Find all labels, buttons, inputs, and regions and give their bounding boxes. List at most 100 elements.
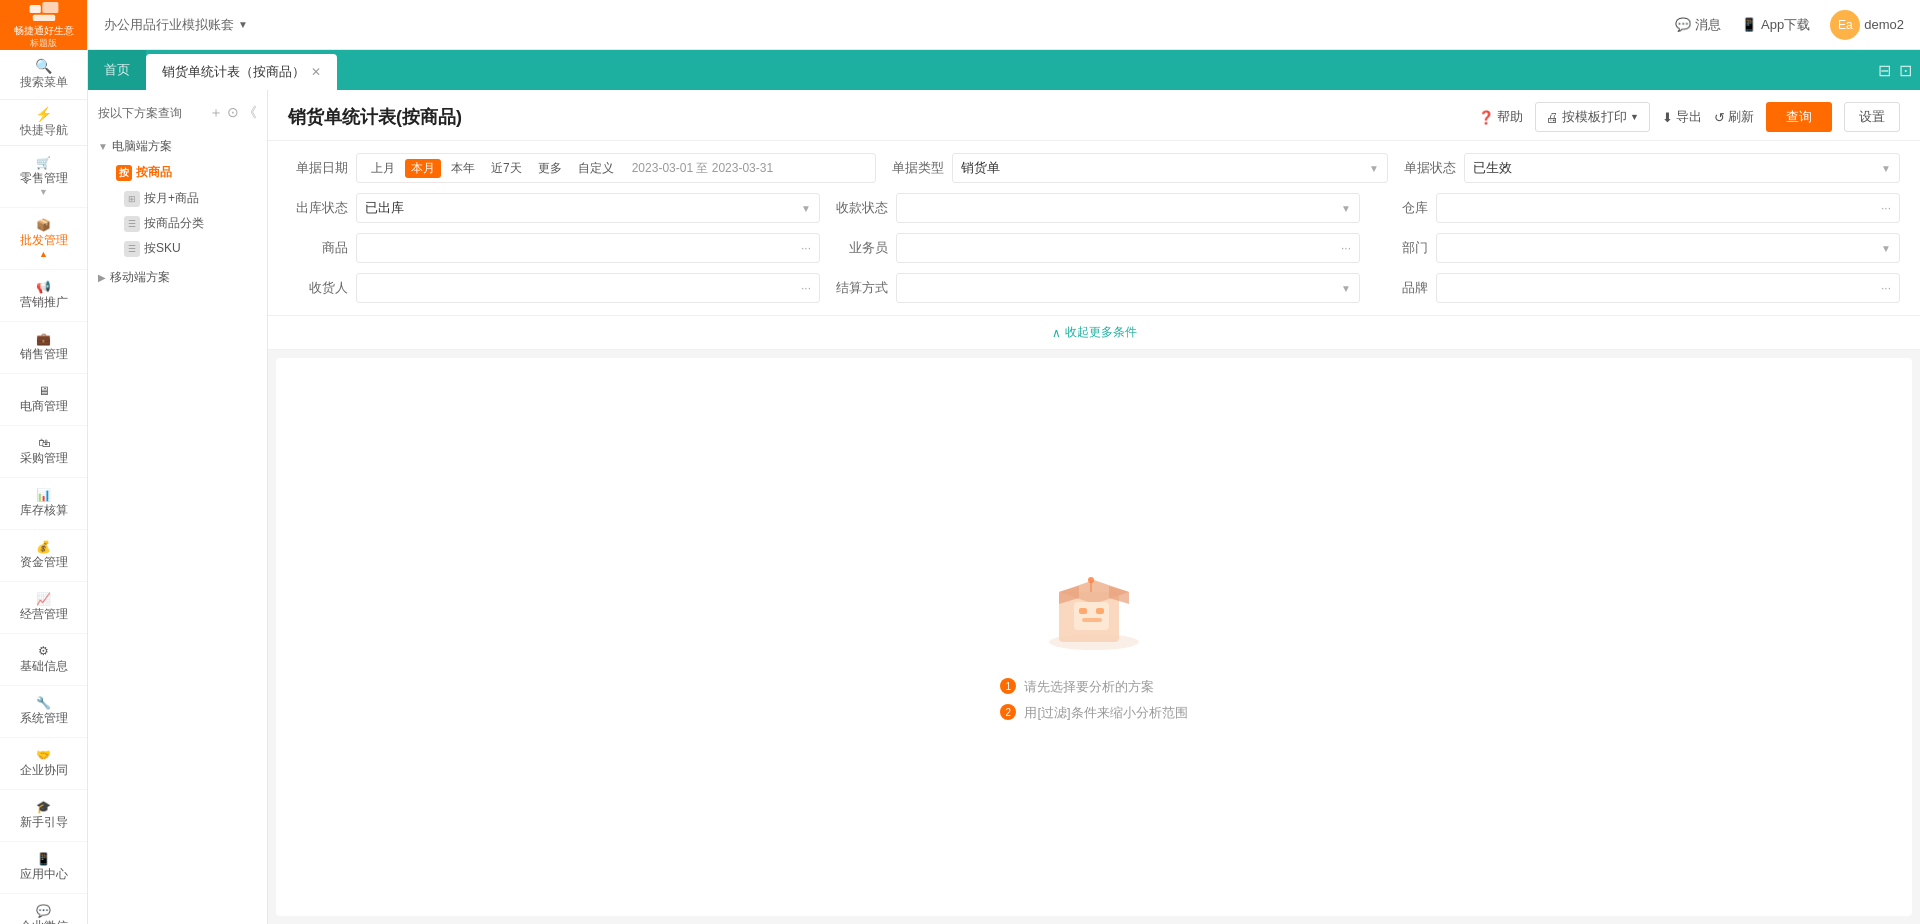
tab-home[interactable]: 首页 [88, 50, 146, 90]
warehouse-dots-icon[interactable]: ··· [1881, 201, 1891, 215]
sidebar-item-marketing[interactable]: 📢 营销推广 [0, 270, 87, 322]
avatar-text: Ea [1838, 18, 1853, 32]
purchase-icon: 🛍 [38, 436, 50, 450]
plan-by-category[interactable]: ☰ 按商品分类 [88, 211, 267, 236]
logo-text: 畅捷通好生意 [14, 25, 74, 37]
mobile-section-title[interactable]: ▶ 移动端方案 [88, 265, 267, 290]
sidebar-item-retail[interactable]: 🛒 零售管理 ▼ [0, 146, 87, 208]
marketing-label: 营销推广 [20, 294, 68, 311]
sidebar-item-appcenter[interactable]: 📱 应用中心 [0, 842, 87, 894]
product-dots-icon[interactable]: ··· [801, 241, 811, 255]
sidebar-item-ecommerce[interactable]: 🖥 电商管理 [0, 374, 87, 426]
sidebar-item-wholesale[interactable]: 📦 批发管理 ▲ [0, 208, 87, 270]
paymentstatus-control[interactable]: ▼ [896, 193, 1360, 223]
sidebar-item-finance[interactable]: 💰 资金管理 [0, 530, 87, 582]
app-download-button[interactable]: 📱 App下载 [1741, 16, 1810, 34]
plan-by-month-product[interactable]: ⊞ 按月+商品 [88, 186, 267, 211]
sidebar-item-operations[interactable]: 📈 经营管理 [0, 582, 87, 634]
system-icon: 🔧 [36, 696, 51, 710]
tab-minimize-icon[interactable]: ⊟ [1878, 61, 1891, 80]
wechat-label: 企业微信 [20, 918, 68, 924]
brand-label: 品牌 [1368, 279, 1428, 297]
basic-icon: ⚙ [38, 644, 49, 658]
sidebar-item-purchase[interactable]: 🛍 采购管理 [0, 426, 87, 478]
tab-close-icon[interactable]: ✕ [311, 65, 321, 79]
settings-plan-icon[interactable]: ⊙ [227, 104, 239, 122]
print-button[interactable]: 🖨 按模板打印 ▼ [1535, 102, 1650, 132]
settings-button[interactable]: 设置 [1844, 102, 1900, 132]
warehousestatus-control[interactable]: 已出库 ▼ [356, 193, 820, 223]
plan-grid-icon: ⊞ [124, 191, 140, 207]
department-control[interactable]: ▼ [1436, 233, 1900, 263]
wechat-icon: 💬 [36, 904, 51, 918]
user-menu[interactable]: Ea demo2 [1830, 10, 1904, 40]
plan-by-sku[interactable]: ☰ 按SKU [88, 236, 267, 261]
pill-custom[interactable]: 自定义 [572, 159, 620, 178]
tab-sales-stat[interactable]: 销货单统计表（按商品） ✕ [146, 54, 337, 90]
pill-this-year[interactable]: 本年 [445, 159, 481, 178]
sidebar-search[interactable]: 🔍 搜索菜单 [0, 50, 87, 100]
plan-by-product-label: 按商品 [136, 164, 172, 181]
help-label: 帮助 [1497, 108, 1523, 126]
page-title-actions: ❓ 帮助 🖨 按模板打印 ▼ ⬇ 导出 ↺ 刷新 [1478, 102, 1900, 132]
sidebar-item-wechat[interactable]: 💬 企业微信 [0, 894, 87, 924]
sidebar-item-inventory[interactable]: 📊 库存核算 [0, 478, 87, 530]
docstatus-control[interactable]: 已生效 ▼ [1464, 153, 1900, 183]
tip-2-number: 2 [1000, 704, 1016, 720]
settlement-control[interactable]: ▼ [896, 273, 1360, 303]
pill-more[interactable]: 更多 [532, 159, 568, 178]
pill-this-month[interactable]: 本月 [405, 159, 441, 178]
top-header: 办公用品行业模拟账套 ▼ 💬 消息 📱 App下载 Ea demo2 [88, 0, 1920, 50]
print-label: 按模板打印 [1562, 108, 1627, 126]
refresh-icon: ↺ [1714, 110, 1725, 125]
filter-row-2: 出库状态 已出库 ▼ 收款状态 ▼ 仓库 ··· [288, 193, 1900, 223]
sidebar-item-enterprise[interactable]: 🤝 企业协同 [0, 738, 87, 790]
tip-1-text: 请先选择要分析的方案 [1024, 678, 1154, 696]
add-plan-icon[interactable]: ＋ [209, 104, 223, 122]
pill-7days[interactable]: 近7天 [485, 159, 528, 178]
product-control[interactable]: ··· [356, 233, 820, 263]
pill-last-month[interactable]: 上月 [365, 159, 401, 178]
filter-panel-title: 按以下方案查询 [98, 105, 182, 122]
salesperson-control[interactable]: ··· [896, 233, 1360, 263]
sidebar-item-sales[interactable]: 💼 销售管理 [0, 322, 87, 374]
query-button[interactable]: 查询 [1766, 102, 1832, 132]
plan-sku-label: 按SKU [144, 240, 181, 257]
tab-maximize-icon[interactable]: ⊡ [1899, 61, 1912, 80]
warehouse-control[interactable]: ··· [1436, 193, 1900, 223]
help-button[interactable]: ❓ 帮助 [1478, 108, 1523, 126]
account-dropdown[interactable]: 办公用品行业模拟账套 ▼ [104, 16, 248, 34]
docstatus-dropdown-icon: ▼ [1881, 163, 1891, 174]
tab-home-label: 首页 [104, 61, 130, 79]
export-button[interactable]: ⬇ 导出 [1662, 108, 1702, 126]
salesperson-dots-icon[interactable]: ··· [1341, 241, 1351, 255]
newbie-icon: 🎓 [36, 800, 51, 814]
collapse-panel-icon[interactable]: 《 [243, 104, 257, 122]
date-label: 单据日期 [288, 159, 348, 177]
filter-row-1: 单据日期 上月 本月 本年 近7天 更多 自定义 2023-03-01 至 20… [288, 153, 1900, 183]
empty-tip-1: 1 请先选择要分析的方案 [1000, 678, 1187, 696]
plan-by-product[interactable]: 按 按商品 [88, 159, 267, 186]
sidebar-item-basic[interactable]: ⚙ 基础信息 [0, 634, 87, 686]
brand-dots-icon[interactable]: ··· [1881, 281, 1891, 295]
recipient-dots-icon[interactable]: ··· [801, 281, 811, 295]
page-content: 按以下方案查询 ＋ ⊙ 《 ▼ 电脑端方案 按 按商品 ⊞ 按月 [88, 90, 1920, 924]
brand-control[interactable]: ··· [1436, 273, 1900, 303]
empty-tips: 1 请先选择要分析的方案 2 用[过滤]条件来缩小分析范围 [1000, 678, 1187, 722]
tab-bar: 首页 销货单统计表（按商品） ✕ ⊟ ⊡ [88, 50, 1920, 90]
message-button[interactable]: 💬 消息 [1675, 16, 1721, 34]
sidebar-item-newbie[interactable]: 🎓 新手引导 [0, 790, 87, 842]
collapse-bar[interactable]: ∧ 收起更多条件 [268, 316, 1920, 350]
filter-panel-icons: ＋ ⊙ 《 [209, 104, 257, 122]
doctype-value: 销货单 [961, 159, 1000, 177]
pc-section-title[interactable]: ▼ 电脑端方案 [88, 134, 267, 159]
recipient-control[interactable]: ··· [356, 273, 820, 303]
logo-area: 畅捷通好生意 标题版 [0, 0, 87, 50]
svg-rect-0 [29, 5, 40, 13]
sidebar-quicknav[interactable]: ⚡ 快捷导航 [0, 100, 87, 146]
sidebar-item-system[interactable]: 🔧 系统管理 [0, 686, 87, 738]
export-label: 导出 [1676, 108, 1702, 126]
doctype-control[interactable]: 销货单 ▼ [952, 153, 1388, 183]
refresh-button[interactable]: ↺ 刷新 [1714, 108, 1754, 126]
logo-subtext: 标题版 [30, 37, 57, 50]
